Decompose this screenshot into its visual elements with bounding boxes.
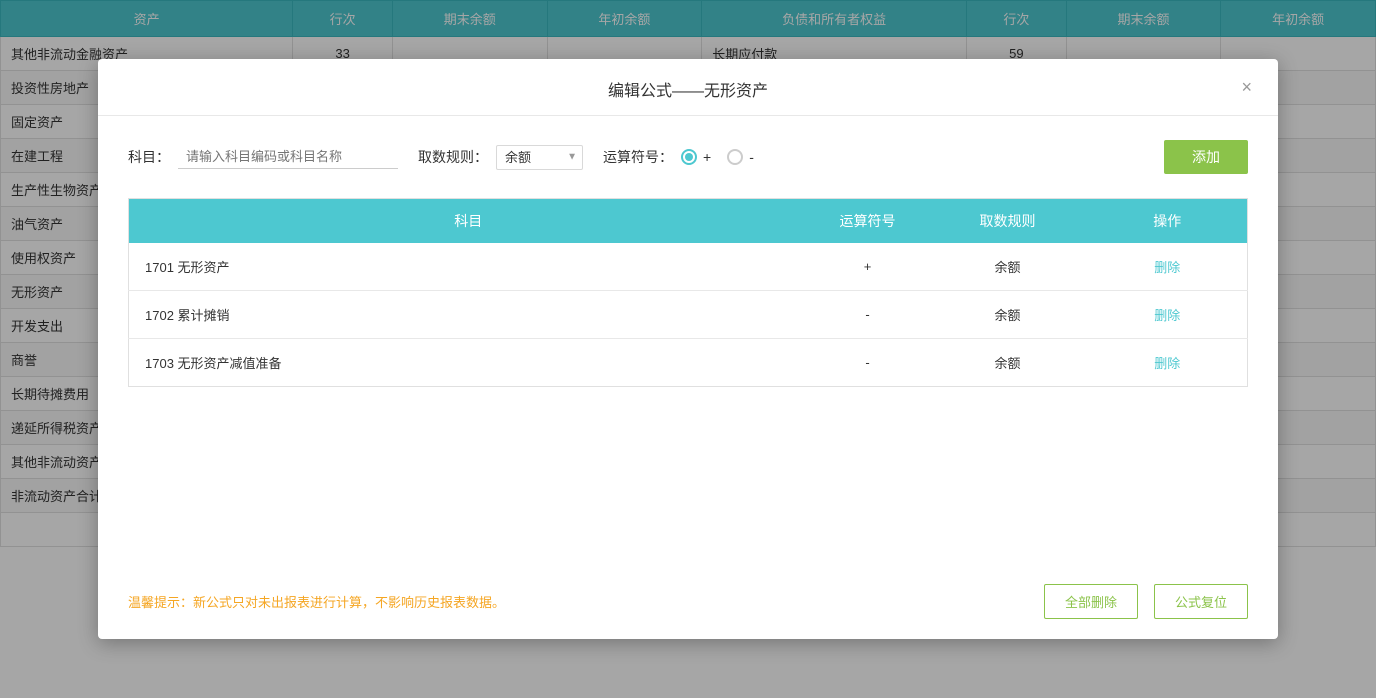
table-cell-rule: 余额 [928, 339, 1088, 387]
modal-title: 编辑公式——无形资产 [608, 77, 768, 101]
table-cell-rule: 余额 [928, 243, 1088, 291]
tip-text: 温馨提示：新公式只对未出报表进行计算，不影响历史报表数据。 [128, 592, 505, 611]
table-header-rule: 取数规则 [928, 199, 1088, 244]
operator-minus-label: - [749, 149, 754, 165]
delete-row-button[interactable]: 删除 [1154, 257, 1180, 276]
table-cell-subject: 1702 累计摊销 [129, 291, 808, 339]
reset-formula-button[interactable]: 公式复位 [1154, 584, 1248, 619]
rule-form-group: 取数规则： 余额 借方 贷方 借方累计 贷方累计 ▼ [418, 145, 583, 170]
operator-radio-group: + - [681, 149, 754, 165]
operator-plus-label: + [703, 149, 711, 165]
table-cell-subject: 1703 无形资产减值准备 [129, 339, 808, 387]
table-cell-action: 删除 [1088, 291, 1248, 339]
modal-overlay: 编辑公式——无形资产 × 科目： 取数规则： 余额 借方 [0, 0, 1376, 698]
operator-plus-radio [681, 149, 697, 165]
rule-label: 取数规则： [418, 147, 488, 167]
table-cell-subject: 1701 无形资产 [129, 243, 808, 291]
table-cell-action: 删除 [1088, 339, 1248, 387]
operator-minus-item[interactable]: - [727, 149, 754, 165]
modal-dialog: 编辑公式——无形资产 × 科目： 取数规则： 余额 借方 [98, 59, 1278, 639]
operator-form-group: 运算符号： + - [603, 147, 754, 167]
subject-input[interactable] [178, 145, 398, 169]
delete-row-button[interactable]: 删除 [1154, 353, 1180, 372]
table-header-action: 操作 [1088, 199, 1248, 244]
operator-label: 运算符号： [603, 147, 673, 167]
table-cell-operator: - [808, 339, 928, 387]
table-cell-operator: - [808, 291, 928, 339]
add-button[interactable]: 添加 [1164, 140, 1248, 174]
modal-body: 科目： 取数规则： 余额 借方 贷方 借方累计 贷方累计 ▼ [98, 116, 1278, 568]
modal-header: 编辑公式——无形资产 × [98, 59, 1278, 116]
table-cell-action: 删除 [1088, 243, 1248, 291]
rule-select-wrap: 余额 借方 贷方 借方累计 贷方累计 ▼ [496, 145, 583, 170]
table-row: 1702 累计摊销-余额 删除 [129, 291, 1248, 339]
formula-form-row: 科目： 取数规则： 余额 借方 贷方 借方累计 贷方累计 ▼ [128, 140, 1248, 174]
delete-all-button[interactable]: 全部删除 [1044, 584, 1138, 619]
table-cell-rule: 余额 [928, 291, 1088, 339]
subject-form-group: 科目： [128, 145, 398, 169]
table-row: 1703 无形资产减值准备-余额 删除 [129, 339, 1248, 387]
operator-plus-item[interactable]: + [681, 149, 711, 165]
subject-label: 科目： [128, 147, 170, 167]
rule-select[interactable]: 余额 借方 贷方 借方累计 贷方累计 [496, 145, 583, 170]
modal-close-button[interactable]: × [1235, 76, 1258, 98]
table-cell-operator: + [808, 243, 928, 291]
footer-buttons: 全部删除 公式复位 [1044, 584, 1248, 619]
formula-table: 科目 运算符号 取数规则 操作 1701 无形资产+余额删除1702 累计摊销-… [128, 198, 1248, 387]
modal-footer: 温馨提示：新公式只对未出报表进行计算，不影响历史报表数据。 全部删除 公式复位 [98, 568, 1278, 639]
operator-minus-radio [727, 149, 743, 165]
delete-row-button[interactable]: 删除 [1154, 305, 1180, 324]
table-row: 1701 无形资产+余额 删除 [129, 243, 1248, 291]
table-header-operator: 运算符号 [808, 199, 928, 244]
table-header-subject: 科目 [129, 199, 808, 244]
